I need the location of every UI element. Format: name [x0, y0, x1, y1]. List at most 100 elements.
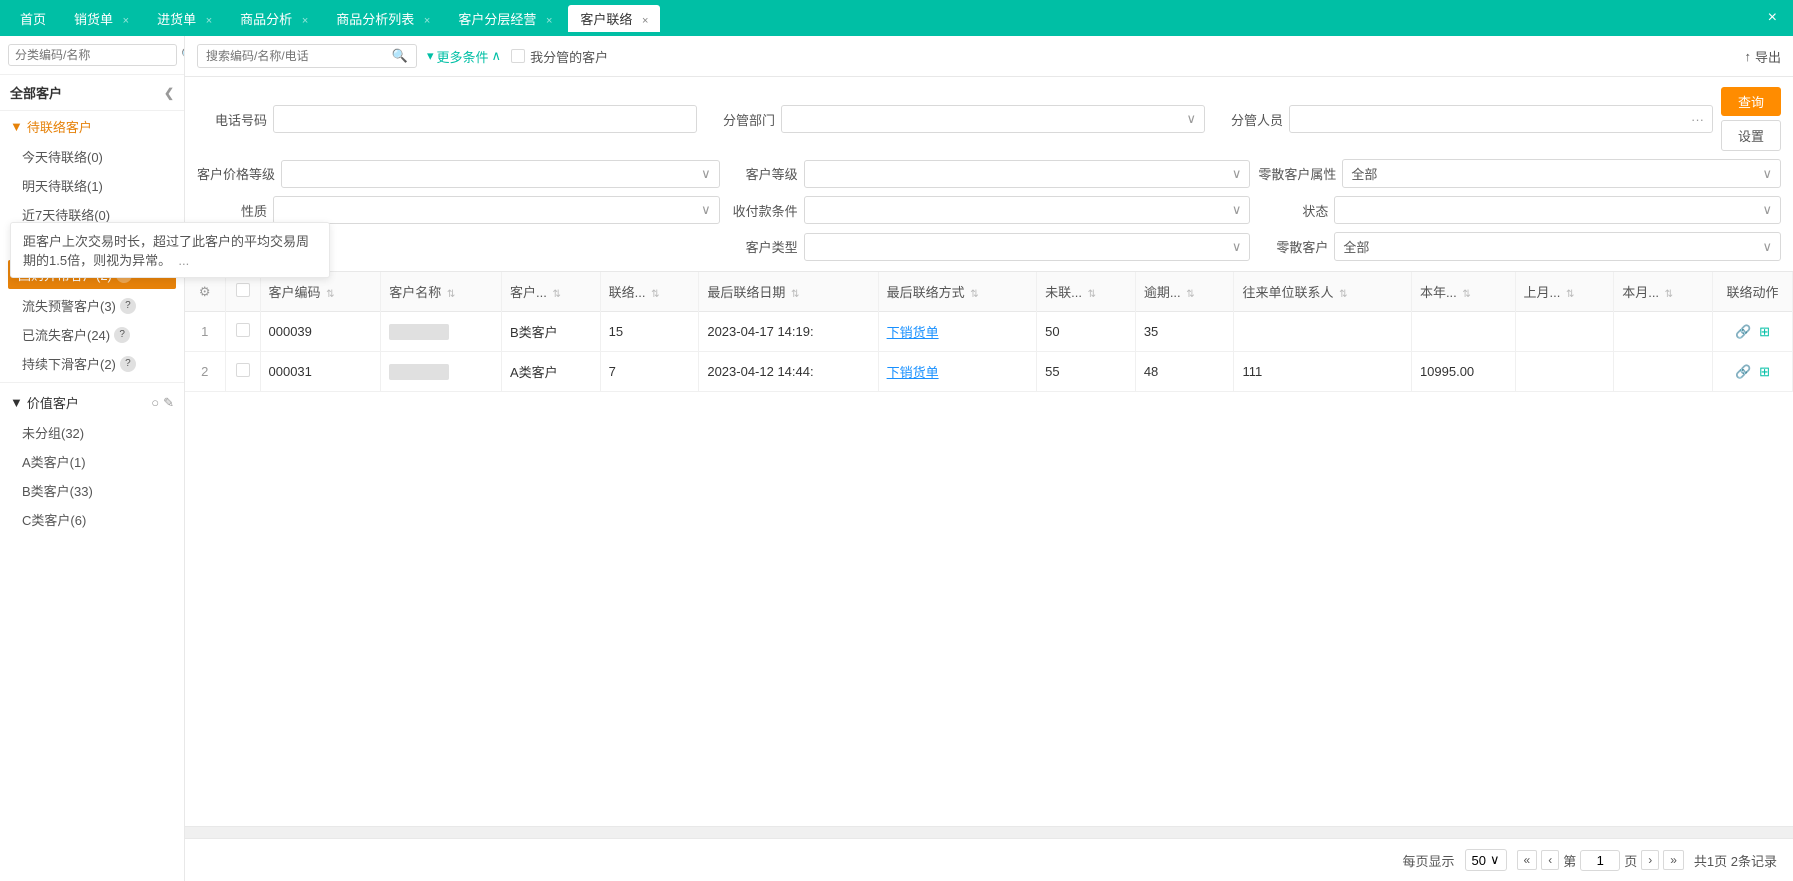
gender-select[interactable]: ∨: [273, 196, 720, 224]
sidebar-collapse-btn[interactable]: ❮: [164, 86, 174, 100]
col-this-month-sort[interactable]: ⇅: [1665, 289, 1673, 300]
col-overdue-sort[interactable]: ⇅: [1186, 289, 1194, 300]
status-select[interactable]: ∨: [1334, 196, 1781, 224]
sidebar-search-input[interactable]: [8, 44, 177, 66]
row1-code[interactable]: 000039: [260, 312, 381, 352]
sidebar-item-lost-warning[interactable]: 流失预警客户(3) ?: [0, 291, 184, 320]
already-lost-help-icon[interactable]: ?: [114, 327, 130, 343]
col-name-sort[interactable]: ⇅: [447, 289, 455, 300]
col-header-contact: 联络... ⇅: [600, 272, 699, 312]
prev-page-btn[interactable]: ‹: [1541, 850, 1559, 870]
first-page-btn[interactable]: «: [1517, 850, 1538, 870]
customer-level-select[interactable]: ∨: [804, 160, 1251, 188]
search-input-wrap: 🔍: [197, 44, 417, 68]
phone-label: 电话号码: [197, 110, 267, 129]
retail-customer-select[interactable]: 全部 ∨: [1334, 232, 1781, 261]
sidebar-item-ungrouped[interactable]: 未分组(32): [0, 418, 184, 447]
lost-warning-help-icon[interactable]: ?: [120, 298, 136, 314]
col-last-month-sort[interactable]: ⇅: [1566, 289, 1574, 300]
row2-qr-icon[interactable]: ⊞: [1759, 364, 1770, 380]
customer-type-select[interactable]: ∨: [804, 233, 1251, 261]
col-code-sort[interactable]: ⇅: [326, 289, 334, 300]
export-button[interactable]: ↑ 导出: [1744, 47, 1781, 66]
row2-method-link[interactable]: 下销货单: [887, 365, 939, 380]
col-header-overdue: 逾期... ⇅: [1135, 272, 1234, 312]
col-unit-contact-sort[interactable]: ⇅: [1339, 289, 1347, 300]
row2-code[interactable]: 000031: [260, 352, 381, 392]
close-sales-tab[interactable]: ×: [123, 15, 129, 27]
search-icon[interactable]: 🔍: [392, 48, 408, 64]
col-contact-sort[interactable]: ⇅: [651, 289, 659, 300]
page-number-input[interactable]: [1580, 850, 1620, 871]
row1-link-icon[interactable]: 🔗: [1735, 324, 1751, 340]
col-last-method-sort[interactable]: ⇅: [970, 289, 978, 300]
value-group-circle-icon[interactable]: ○: [151, 395, 159, 411]
search-input[interactable]: [206, 49, 386, 63]
value-group-edit-icon[interactable]: ✎: [163, 395, 174, 411]
col-this-year-sort[interactable]: ⇅: [1462, 289, 1470, 300]
per-page-select[interactable]: 50 ∨: [1465, 849, 1507, 871]
price-level-select[interactable]: ∨: [281, 160, 720, 188]
all-customers-header[interactable]: 全部客户 ❮: [0, 75, 184, 111]
col-not-contacted-sort[interactable]: ⇅: [1088, 289, 1096, 300]
row1-last-method[interactable]: 下销货单: [878, 312, 1037, 352]
next-page-btn[interactable]: ›: [1641, 850, 1659, 870]
sidebar-item-continuous-down[interactable]: 持续下滑客户(2) ?: [0, 349, 184, 378]
row2-checkbox[interactable]: [236, 363, 250, 377]
retail-attr-select[interactable]: 全部 ∨: [1342, 159, 1781, 188]
sidebar-item-b-class[interactable]: B类客户(33): [0, 476, 184, 505]
payment-select[interactable]: ∨: [804, 196, 1251, 224]
col-type-sort[interactable]: ⇅: [552, 289, 560, 300]
close-purchase-tab[interactable]: ×: [206, 15, 212, 27]
manager-select[interactable]: ···: [1289, 105, 1713, 133]
close-analysis-tab[interactable]: ×: [302, 15, 308, 27]
nav-tab-analysis-list[interactable]: 商品分析列表 ×: [324, 5, 442, 32]
value-group-edit-icons: ○ ✎: [151, 395, 174, 411]
row1-num: 1: [185, 312, 225, 352]
my-customers-checkbox[interactable]: [511, 49, 525, 63]
filter-field-dept: 分管部门 ∨: [705, 105, 1205, 133]
nav-tab-customer-mgmt[interactable]: 客户分层经营 ×: [446, 5, 564, 32]
close-customer-contact-tab[interactable]: ×: [642, 15, 648, 27]
nav-tab-analysis[interactable]: 商品分析 ×: [228, 5, 320, 32]
row2-last-method[interactable]: 下销货单: [878, 352, 1037, 392]
sidebar-item-tomorrow[interactable]: 明天待联络(1): [0, 171, 184, 200]
horizontal-scrollbar[interactable]: [185, 826, 1793, 838]
row1-qr-icon[interactable]: ⊞: [1759, 324, 1770, 340]
manager-label: 分管人员: [1213, 110, 1283, 129]
col-last-date-sort[interactable]: ⇅: [791, 289, 799, 300]
last-page-btn[interactable]: »: [1663, 850, 1684, 870]
row2-link-icon[interactable]: 🔗: [1735, 364, 1751, 380]
value-customer-group[interactable]: ▼ 价值客户 ○ ✎: [0, 387, 184, 418]
row1-check[interactable]: [225, 312, 260, 352]
sidebar-item-c-class[interactable]: C类客户(6): [0, 505, 184, 534]
waiting-contact-group[interactable]: ▼ 待联络客户: [0, 111, 184, 142]
my-customers-filter[interactable]: 我分管的客户: [511, 47, 608, 66]
phone-input[interactable]: [273, 105, 697, 133]
row2-this-year: 10995.00: [1411, 352, 1515, 392]
query-button[interactable]: 查询: [1721, 87, 1781, 116]
nav-tab-purchase[interactable]: 进货单 ×: [145, 5, 224, 32]
nav-tab-sales[interactable]: 销货单 ×: [62, 5, 141, 32]
row1-checkbox[interactable]: [236, 323, 250, 337]
row1-overdue: 35: [1135, 312, 1234, 352]
settings-button[interactable]: 设置: [1721, 120, 1781, 151]
close-customer-mgmt-tab[interactable]: ×: [546, 15, 552, 27]
row1-method-link[interactable]: 下销货单: [887, 325, 939, 340]
dept-select[interactable]: ∨: [781, 105, 1205, 133]
row2-check[interactable]: [225, 352, 260, 392]
header-checkbox[interactable]: [236, 283, 250, 297]
sidebar-item-today[interactable]: 今天待联络(0): [0, 142, 184, 171]
more-conditions-btn[interactable]: ▾ 更多条件 ∧: [427, 47, 501, 66]
row1-last-month: [1515, 312, 1614, 352]
nav-tab-home[interactable]: 首页: [8, 5, 58, 32]
settings-gear-icon[interactable]: ⚙: [199, 284, 211, 299]
col-header-type: 客户... ⇅: [502, 272, 601, 312]
tooltip-more[interactable]: ...: [178, 253, 189, 268]
sidebar-item-already-lost[interactable]: 已流失客户(24) ?: [0, 320, 184, 349]
nav-tab-customer-contact[interactable]: 客户联络 ×: [568, 5, 660, 32]
continuous-down-help-icon[interactable]: ?: [120, 356, 136, 372]
close-analysis-list-tab[interactable]: ×: [424, 15, 430, 27]
sidebar-item-a-class[interactable]: A类客户(1): [0, 447, 184, 476]
window-close-button[interactable]: ×: [1760, 9, 1785, 27]
